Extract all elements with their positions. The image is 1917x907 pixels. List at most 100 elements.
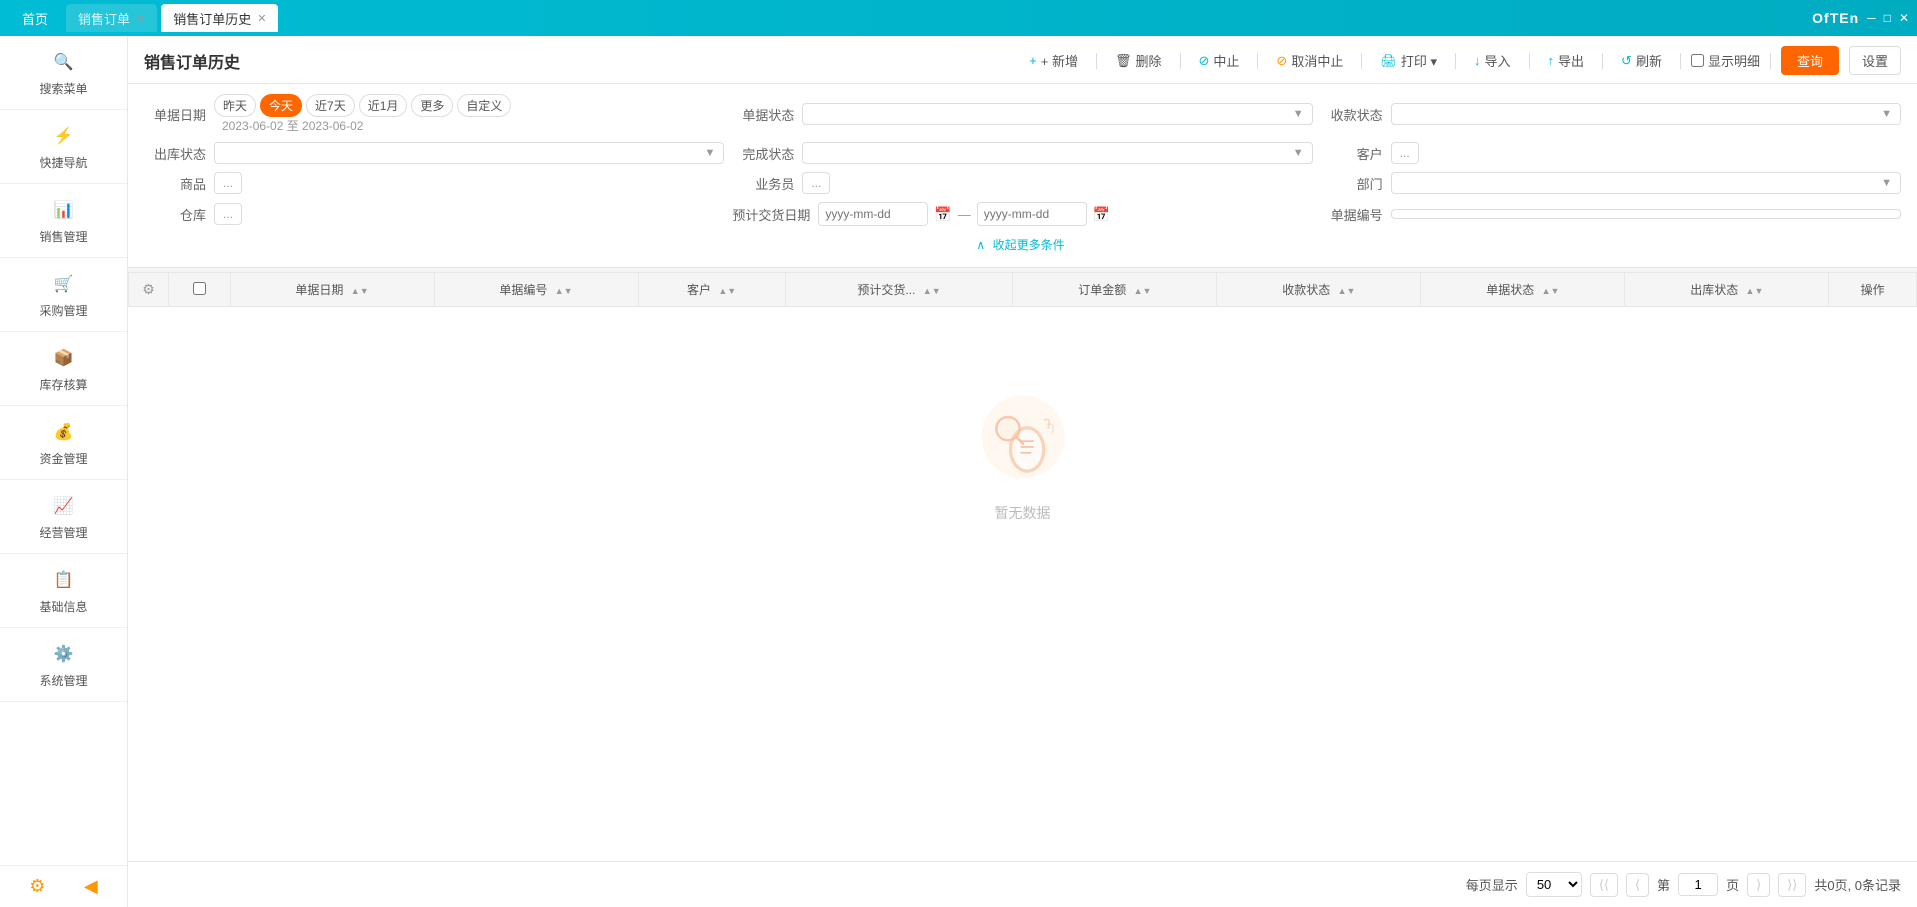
import-button[interactable]: ↓ 导入 <box>1466 47 1519 74</box>
sort-outbound-status: ▲▼ <box>1746 286 1764 296</box>
page-number-input[interactable] <box>1678 873 1718 896</box>
window-close[interactable]: ✕ <box>1899 11 1909 25</box>
department-select[interactable]: ▼ <box>1391 172 1901 194</box>
complete-status-label: 完成状态 <box>732 144 802 163</box>
col-bill-status-header[interactable]: 单据状态 ▲▼ <box>1421 273 1625 307</box>
brand-text: OfTEn <box>1812 10 1859 26</box>
export-button[interactable]: ↑ 导出 <box>1540 47 1593 74</box>
window-minimize[interactable]: ─ <box>1867 11 1876 25</box>
sidebar-item-basic-info[interactable]: 📋 基础信息 <box>0 554 127 628</box>
bill-number-input[interactable] <box>1391 209 1901 219</box>
sidebar-item-search-menu[interactable]: 🔍 搜索菜单 <box>0 36 127 110</box>
filter-warehouse: 仓库 ... <box>144 202 724 226</box>
filter-area: 单据日期 昨天 今天 近7天 近1月 更多 自定义 2023-06-02 至 2… <box>128 84 1917 268</box>
stop-button[interactable]: ⊘ 中止 <box>1191 47 1248 74</box>
date-btn-more[interactable]: 更多 <box>411 94 453 117</box>
col-bill-no-header[interactable]: 单据编号 ▲▼ <box>434 273 638 307</box>
col-checkbox-header[interactable] <box>169 273 231 307</box>
tab-sales-order[interactable]: 销售订单 ✕ <box>66 4 157 32</box>
tab-home[interactable]: 首页 <box>8 4 62 32</box>
sidebar-item-purchase-mgmt[interactable]: 🛒 采购管理 <box>0 258 127 332</box>
new-button[interactable]: + + 新增 <box>1021 47 1086 74</box>
table-header-row: ⚙ 单据日期 ▲▼ 单据编号 ▲▼ <box>129 273 1917 307</box>
page-size-select[interactable]: 50 10 20 100 <box>1526 872 1582 897</box>
customer-picker[interactable]: ... <box>1391 142 1419 164</box>
first-page-btn[interactable]: ⟨⟨ <box>1590 873 1618 897</box>
new-icon: + <box>1029 53 1037 68</box>
refresh-button[interactable]: ↺ 刷新 <box>1613 47 1670 74</box>
basic-info-icon: 📋 <box>50 566 78 594</box>
col-bill-date-header[interactable]: 单据日期 ▲▼ <box>230 273 434 307</box>
settings-button[interactable]: 设置 <box>1849 46 1901 75</box>
tab-sales-order-history[interactable]: 销售订单历史 ✕ <box>161 4 278 32</box>
last-page-btn[interactable]: ⟩⟩ <box>1778 873 1806 897</box>
collapse-sidebar-icon[interactable]: ◀ <box>84 876 98 897</box>
col-order-amount-header[interactable]: 订单金额 ▲▼ <box>1013 273 1217 307</box>
query-button[interactable]: 查询 <box>1781 46 1839 75</box>
divider8 <box>1680 53 1681 69</box>
empty-state: 暂无数据 <box>128 307 1917 603</box>
salesperson-picker[interactable]: ... <box>802 172 830 194</box>
outbound-status-select[interactable]: ▼ <box>214 142 724 164</box>
date-btn-today[interactable]: 今天 <box>260 94 302 117</box>
stop-icon: ⊘ <box>1199 53 1210 69</box>
sidebar-item-label-system: 系统管理 <box>39 672 87 689</box>
divider4 <box>1361 53 1362 69</box>
collapse-more-btn[interactable]: ∧ 收起更多条件 <box>144 232 1901 257</box>
page-label: 页 <box>1726 875 1739 894</box>
home-tab-label: 首页 <box>22 9 48 28</box>
sidebar: 🔍 搜索菜单 ⚡ 快捷导航 📊 销售管理 🛒 采购管理 📦 库存核算 💰 资金管… <box>0 36 128 907</box>
close-sales-order-tab[interactable]: ✕ <box>136 12 145 25</box>
delivery-date-group: 📅 — 📅 <box>818 202 1312 226</box>
sort-bill-no: ▲▼ <box>555 286 573 296</box>
delete-icon: 🗑 <box>1115 53 1132 69</box>
complete-status-arrow: ▼ <box>1293 147 1304 159</box>
sort-customer: ▲▼ <box>718 286 736 296</box>
col-delivery-header[interactable]: 预计交货... ▲▼ <box>785 273 1013 307</box>
sidebar-item-sales-mgmt[interactable]: 📊 销售管理 <box>0 184 127 258</box>
calendar-start-icon[interactable]: 📅 <box>934 206 951 223</box>
print-button[interactable]: 🖨 打印 ▾ <box>1372 47 1445 74</box>
filter-customer: 客户 ... <box>1321 142 1901 164</box>
sidebar-item-label-search: 搜索菜单 <box>39 80 87 97</box>
sidebar-item-capital-mgmt[interactable]: 💰 资金管理 <box>0 406 127 480</box>
goods-picker[interactable]: ... <box>214 172 242 194</box>
purchase-mgmt-icon: 🛒 <box>50 270 78 298</box>
show-detail-checkbox-label[interactable]: 显示明细 <box>1691 51 1760 70</box>
show-detail-checkbox[interactable] <box>1691 54 1704 67</box>
date-btn-yesterday[interactable]: 昨天 <box>214 94 256 117</box>
prev-page-btn[interactable]: ⟨ <box>1626 873 1649 897</box>
col-outbound-status-header[interactable]: 出库状态 ▲▼ <box>1625 273 1829 307</box>
sidebar-item-label-basic: 基础信息 <box>39 598 87 615</box>
receipt-status-select[interactable]: ▼ <box>1391 103 1901 125</box>
delivery-date-end-input[interactable] <box>977 202 1087 226</box>
bill-status-select[interactable]: ▼ <box>802 103 1312 125</box>
delivery-date-start-input[interactable] <box>818 202 928 226</box>
sidebar-item-operations-mgmt[interactable]: 📈 经营管理 <box>0 480 127 554</box>
calendar-end-icon[interactable]: 📅 <box>1093 206 1110 223</box>
sales-order-history-tab-label: 销售订单历史 <box>173 9 251 28</box>
sidebar-item-label-purchase: 采购管理 <box>39 302 87 319</box>
cancel-stop-button[interactable]: ⊘ 取消中止 <box>1268 47 1351 74</box>
col-settings-header[interactable]: ⚙ <box>129 273 169 307</box>
window-maximize[interactable]: □ <box>1884 11 1891 25</box>
sidebar-item-system-mgmt[interactable]: ⚙️ 系统管理 <box>0 628 127 702</box>
quick-nav-icon: ⚡ <box>50 122 78 150</box>
col-customer-header[interactable]: 客户 ▲▼ <box>638 273 785 307</box>
date-btn-7days[interactable]: 近7天 <box>306 94 355 117</box>
close-sales-order-history-tab[interactable]: ✕ <box>257 12 266 25</box>
sidebar-item-inventory-calc[interactable]: 📦 库存核算 <box>0 332 127 406</box>
date-btn-custom[interactable]: 自定义 <box>457 94 511 117</box>
table-settings-icon[interactable]: ⚙ <box>142 281 155 297</box>
divider1 <box>1096 53 1097 69</box>
delete-button[interactable]: 🗑 删除 <box>1107 47 1170 74</box>
sidebar-item-quick-nav[interactable]: ⚡ 快捷导航 <box>0 110 127 184</box>
print-icon: 🖨 <box>1380 53 1397 69</box>
date-btn-1month[interactable]: 近1月 <box>359 94 408 117</box>
warehouse-picker[interactable]: ... <box>214 203 242 225</box>
col-receipt-status-header[interactable]: 收款状态 ▲▼ <box>1217 273 1421 307</box>
complete-status-select[interactable]: ▼ <box>802 142 1312 164</box>
select-all-checkbox[interactable] <box>193 282 206 295</box>
settings-bottom-icon[interactable]: ⚙ <box>29 876 45 897</box>
next-page-btn[interactable]: ⟩ <box>1747 873 1770 897</box>
